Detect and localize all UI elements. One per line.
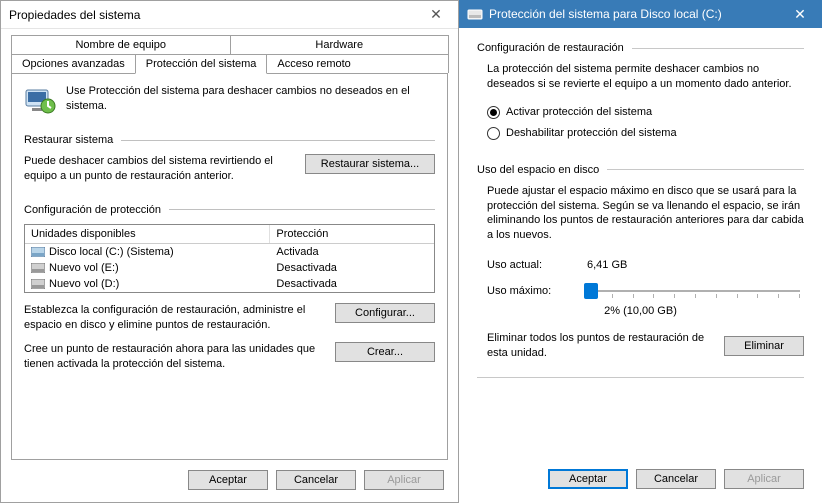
dialog-footer: Aceptar Cancelar Aplicar — [459, 459, 822, 503]
radio-icon — [487, 127, 500, 140]
tab-system-protection[interactable]: Protección del sistema — [135, 54, 268, 74]
drive-icon — [31, 279, 45, 289]
intro-text: Use Protección del sistema para deshacer… — [66, 84, 435, 116]
close-icon[interactable]: ✕ — [416, 2, 456, 28]
max-usage-label: Uso máximo: — [487, 285, 587, 297]
radio-disable-protection[interactable]: Deshabilitar protección del sistema — [487, 127, 804, 140]
divider — [607, 169, 804, 170]
system-properties-dialog: Propiedades del sistema ✕ Nombre de equi… — [0, 0, 459, 503]
divider — [632, 48, 804, 49]
apply-button[interactable]: Aplicar — [364, 470, 444, 490]
ok-button[interactable]: Aceptar — [188, 470, 268, 490]
table-row[interactable]: Nuevo vol (E:) Desactivada — [25, 260, 434, 276]
dialog-footer: Aceptar Cancelar Aplicar — [1, 460, 458, 502]
restore-config-text: La protección del sistema permite deshac… — [487, 62, 804, 92]
tab-hardware[interactable]: Hardware — [230, 35, 450, 54]
window-title: Protección del sistema para Disco local … — [489, 7, 780, 21]
drives-table: Unidades disponibles Protección Disco lo… — [24, 224, 435, 293]
restore-text: Puede deshacer cambios del sistema revir… — [24, 154, 295, 184]
configure-button[interactable]: Configurar... — [335, 303, 435, 323]
max-usage-slider[interactable] — [587, 281, 804, 301]
divider — [169, 209, 435, 210]
delete-text: Eliminar todos los puntos de restauració… — [487, 331, 714, 361]
restore-header: Restaurar sistema — [24, 134, 113, 146]
protection-header: Configuración de protección — [24, 204, 161, 216]
current-usage-value: 6,41 GB — [587, 259, 627, 271]
current-usage-label: Uso actual: — [487, 259, 587, 271]
table-row[interactable]: Nuevo vol (D:) Desactivada — [25, 276, 434, 292]
cancel-button[interactable]: Cancelar — [636, 469, 716, 489]
tab-remote[interactable]: Acceso remoto — [266, 54, 449, 73]
disk-usage-text: Puede ajustar el espacio máximo en disco… — [487, 184, 804, 243]
radio-enable-protection[interactable]: Activar protección del sistema — [487, 106, 804, 119]
create-text: Cree un punto de restauración ahora para… — [24, 342, 325, 372]
tab-advanced[interactable]: Opciones avanzadas — [11, 54, 136, 73]
col-drives[interactable]: Unidades disponibles — [25, 225, 270, 243]
close-icon[interactable]: ✕ — [780, 1, 820, 27]
divider — [477, 377, 804, 378]
slider-value-label: 2% (10,00 GB) — [477, 305, 804, 317]
divider — [121, 140, 435, 141]
tab-panel: Use Protección del sistema para deshacer… — [11, 73, 448, 460]
restore-config-header: Configuración de restauración — [477, 42, 624, 54]
ok-button[interactable]: Aceptar — [548, 469, 628, 489]
create-button[interactable]: Crear... — [335, 342, 435, 362]
titlebar: Protección del sistema para Disco local … — [459, 0, 822, 28]
slider-thumb[interactable] — [584, 283, 598, 299]
drive-icon — [467, 6, 483, 22]
drive-icon — [31, 263, 45, 273]
radio-icon — [487, 106, 500, 119]
col-protection[interactable]: Protección — [270, 225, 434, 243]
tab-computer-name[interactable]: Nombre de equipo — [11, 35, 231, 54]
window-title: Propiedades del sistema — [9, 8, 416, 22]
delete-button[interactable]: Eliminar — [724, 336, 804, 356]
restore-system-button[interactable]: Restaurar sistema... — [305, 154, 435, 174]
system-protection-drive-dialog: Protección del sistema para Disco local … — [459, 0, 822, 503]
cancel-button[interactable]: Cancelar — [276, 470, 356, 490]
table-row[interactable]: Disco local (C:) (Sistema) Activada — [25, 244, 434, 260]
tab-strip: Nombre de equipo Hardware Opciones avanz… — [11, 35, 448, 73]
titlebar: Propiedades del sistema ✕ — [1, 1, 458, 29]
configure-text: Establezca la configuración de restaurac… — [24, 303, 325, 333]
drive-icon — [31, 247, 45, 257]
apply-button[interactable]: Aplicar — [724, 469, 804, 489]
disk-usage-header: Uso del espacio en disco — [477, 164, 599, 176]
system-protection-icon — [24, 84, 56, 116]
